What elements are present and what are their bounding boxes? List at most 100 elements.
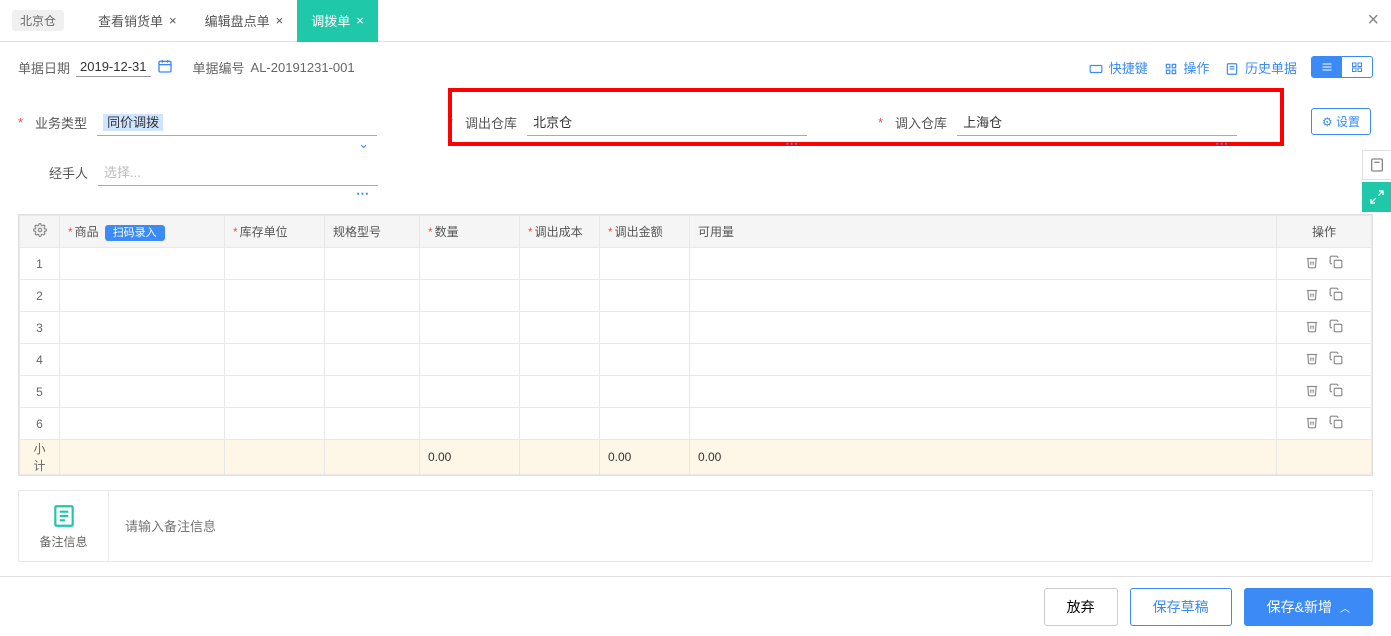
remark-icon-box: 备注信息 xyxy=(19,491,109,561)
expand-icon[interactable] xyxy=(1362,182,1391,212)
required-icon: * xyxy=(18,115,23,130)
copy-icon[interactable] xyxy=(1329,287,1343,301)
out-warehouse-select[interactable]: 北京仓 xyxy=(527,108,807,136)
delete-icon[interactable] xyxy=(1305,383,1319,397)
select-value: 同价调拨 xyxy=(103,114,163,131)
tab-label: 编辑盘点单 xyxy=(205,11,270,30)
tab-label: 查看销货单 xyxy=(98,11,163,30)
subtotal-amount: 0.00 xyxy=(600,440,690,475)
copy-icon[interactable] xyxy=(1329,255,1343,269)
save-draft-button[interactable]: 保存草稿 xyxy=(1130,588,1232,626)
close-icon[interactable]: × xyxy=(356,13,364,28)
view-grid-icon[interactable] xyxy=(1342,57,1372,77)
save-new-button[interactable]: 保存&新增 ︿ xyxy=(1244,588,1373,626)
note-icon[interactable] xyxy=(1362,150,1391,180)
view-list-icon[interactable] xyxy=(1312,57,1342,77)
table-row[interactable]: 4 xyxy=(20,344,1372,376)
subtotal-qty: 0.00 xyxy=(420,440,520,475)
copy-icon[interactable] xyxy=(1329,383,1343,397)
table-row[interactable]: 3 xyxy=(20,312,1372,344)
settings-button[interactable]: ⚙ 设置 xyxy=(1311,108,1371,135)
gear-header[interactable] xyxy=(20,216,60,248)
close-icon[interactable]: × xyxy=(276,13,284,28)
row-ops xyxy=(1277,248,1372,280)
items-table: *商品扫码录入 *库存单位 规格型号 *数量 *调出成本 *调出金额 可用量 操… xyxy=(18,214,1373,476)
link-label: 操作 xyxy=(1183,61,1209,76)
top-tab-bar: 北京仓 查看销货单 × 编辑盘点单 × 调拨单× × xyxy=(0,0,1391,42)
row-number: 5 xyxy=(20,376,60,408)
view-toggle xyxy=(1311,56,1373,78)
row-number: 3 xyxy=(20,312,60,344)
delete-icon[interactable] xyxy=(1305,415,1319,429)
date-input[interactable]: 2019-12-31 xyxy=(76,57,151,77)
footer-bar: 放弃 保存草稿 保存&新增 ︿ xyxy=(0,576,1391,636)
biz-type-label: 业务类型 xyxy=(27,113,87,132)
calendar-icon[interactable] xyxy=(157,58,173,77)
row-number: 1 xyxy=(20,248,60,280)
remark-area: 备注信息 xyxy=(18,490,1373,562)
billno-value: AL-20191231-001 xyxy=(251,60,355,75)
warehouse-tag: 北京仓 xyxy=(12,10,64,31)
side-buttons xyxy=(1362,150,1391,214)
button-label: 设置 xyxy=(1336,115,1360,129)
in-warehouse-select[interactable]: 上海仓 xyxy=(957,108,1237,136)
table-row[interactable]: 2 xyxy=(20,280,1372,312)
table-row[interactable]: 1 xyxy=(20,248,1372,280)
delete-icon[interactable] xyxy=(1305,319,1319,333)
tab-edit-inventory[interactable]: 编辑盘点单 × xyxy=(191,0,298,42)
in-wh-label: 调入仓库 xyxy=(887,113,947,132)
copy-icon[interactable] xyxy=(1329,319,1343,333)
required-icon: * xyxy=(878,115,883,130)
note-icon xyxy=(51,503,77,529)
close-all-icon[interactable]: × xyxy=(1367,9,1379,32)
abandon-button[interactable]: 放弃 xyxy=(1044,588,1118,626)
billno-label: 单据编号 xyxy=(193,58,245,77)
placeholder: 选择... xyxy=(104,165,141,180)
row-number: 4 xyxy=(20,344,60,376)
button-label: 保存&新增 xyxy=(1267,599,1332,615)
info-bar: 单据日期 2019-12-31 单据编号 AL-20191231-001 快捷键… xyxy=(0,42,1391,92)
handler-select[interactable]: 选择... xyxy=(98,158,378,186)
delete-icon[interactable] xyxy=(1305,351,1319,365)
tab-view-sales[interactable]: 查看销货单 × xyxy=(84,0,191,42)
link-label: 快捷键 xyxy=(1109,61,1148,76)
chevron-up-icon: ︿ xyxy=(1340,604,1350,615)
out-wh-label: 调出仓库 xyxy=(457,113,517,132)
shortcut-button[interactable]: 快捷键 xyxy=(1089,58,1148,77)
operate-button[interactable]: 操作 xyxy=(1164,58,1210,77)
select-value: 北京仓 xyxy=(533,115,572,130)
row-ops xyxy=(1277,376,1372,408)
remark-input[interactable] xyxy=(109,519,1372,534)
col-ops: 操作 xyxy=(1277,216,1372,248)
subtotal-available: 0.00 xyxy=(690,440,1277,475)
row-number: 6 xyxy=(20,408,60,440)
remark-label: 备注信息 xyxy=(39,533,87,550)
delete-icon[interactable] xyxy=(1305,287,1319,301)
delete-icon[interactable] xyxy=(1305,255,1319,269)
table-row[interactable]: 5 xyxy=(20,376,1372,408)
more-icon[interactable]: ⋯ xyxy=(785,136,799,152)
col-out-cost: *调出成本 xyxy=(520,216,600,248)
link-label: 历史单据 xyxy=(1245,61,1297,76)
table-row[interactable]: 6 xyxy=(20,408,1372,440)
form-area: * 业务类型 同价调拨 ⌄ * 调出仓库 北京仓 ⋯ * 调入仓库 上海仓 ⋯ xyxy=(0,92,1391,214)
scan-badge[interactable]: 扫码录入 xyxy=(105,225,165,241)
col-unit: *库存单位 xyxy=(225,216,325,248)
col-qty: *数量 xyxy=(420,216,520,248)
copy-icon[interactable] xyxy=(1329,351,1343,365)
biz-type-select[interactable]: 同价调拨 xyxy=(97,108,377,136)
more-icon[interactable]: ⋯ xyxy=(356,186,370,202)
subtotal-label: 小计 xyxy=(20,440,60,475)
row-ops xyxy=(1277,408,1372,440)
history-button[interactable]: 历史单据 xyxy=(1225,58,1297,77)
row-ops xyxy=(1277,312,1372,344)
row-ops xyxy=(1277,344,1372,376)
required-icon: * xyxy=(448,115,453,130)
copy-icon[interactable] xyxy=(1329,415,1343,429)
tab-transfer[interactable]: 调拨单× xyxy=(297,0,378,42)
date-label: 单据日期 xyxy=(18,58,70,77)
chevron-down-icon: ⌄ xyxy=(358,136,369,152)
more-icon[interactable]: ⋯ xyxy=(1215,136,1229,152)
close-icon[interactable]: × xyxy=(169,13,177,28)
row-ops xyxy=(1277,280,1372,312)
